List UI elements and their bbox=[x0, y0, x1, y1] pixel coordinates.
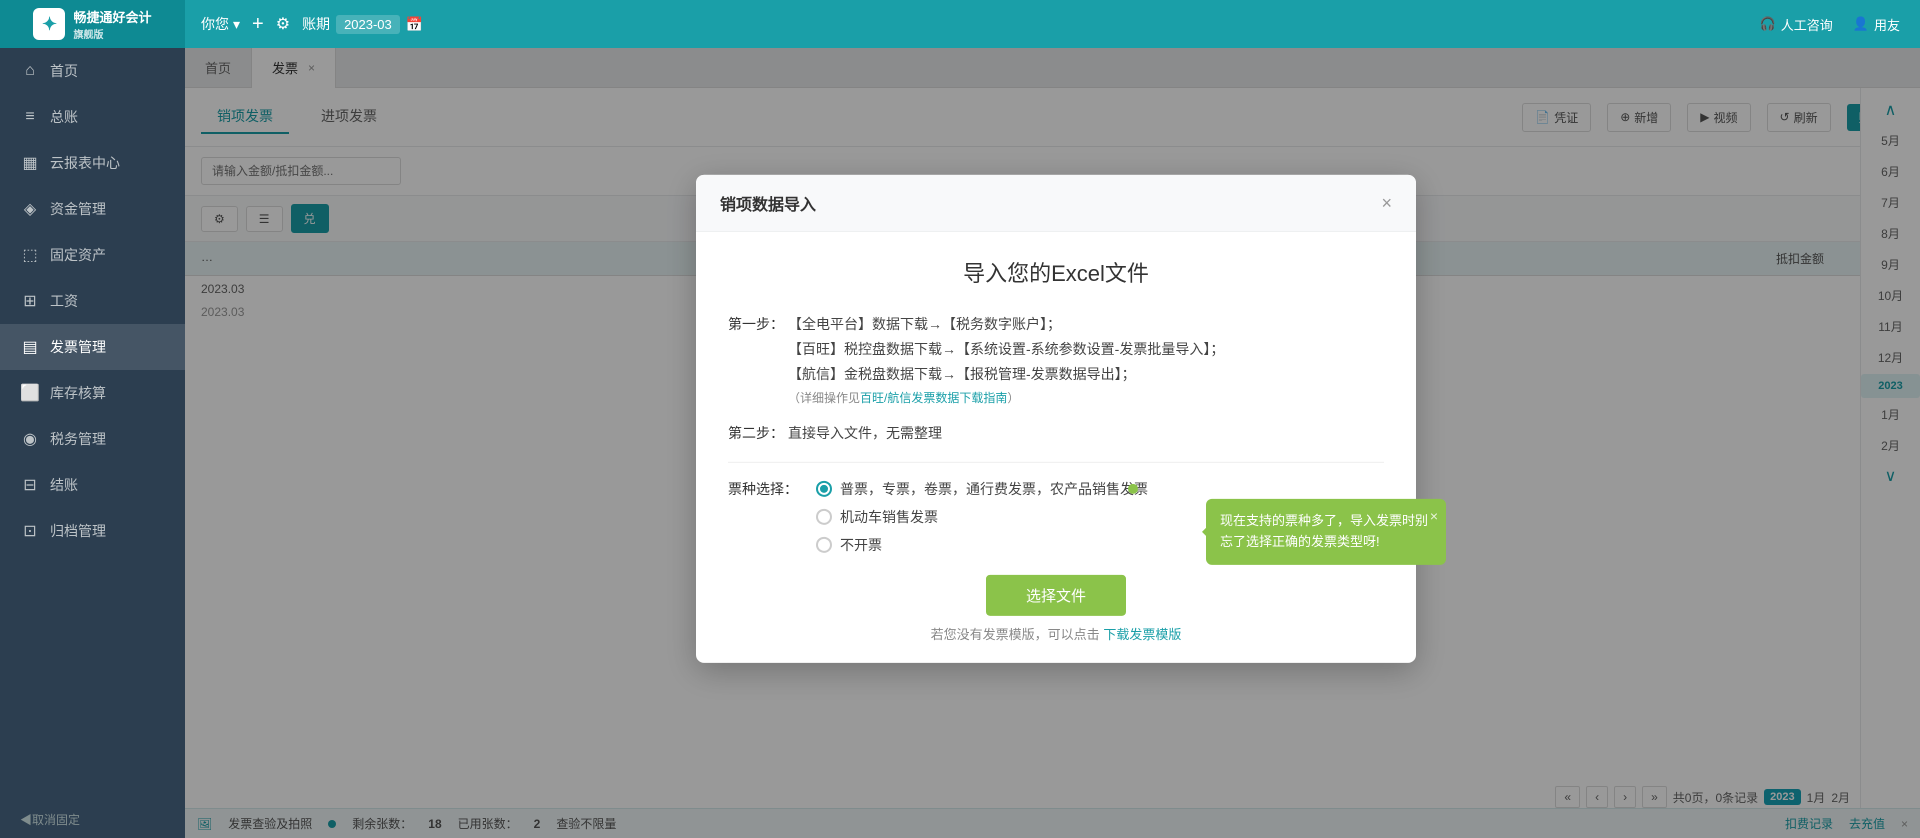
headset-icon: 🎧 bbox=[1760, 16, 1776, 32]
sidebar-pin-button[interactable]: ◀取消固定 bbox=[0, 801, 185, 838]
header-account[interactable]: 你您 ▾ bbox=[201, 14, 240, 34]
tooltip-bubble: × 现在支持的票种多了，导入发票时别忘了选择正确的发票类型呀! bbox=[1206, 499, 1446, 565]
sidebar-item-label: 库存核算 bbox=[50, 383, 165, 403]
modal-header: 销项数据导入 × bbox=[696, 175, 1416, 232]
modal-body: 导入您的Excel文件 第一步： 【全电平台】数据下载→【税务数字账户】； 【百… bbox=[696, 232, 1416, 663]
step1-line1: 【全电平台】数据下载→【税务数字账户】； bbox=[788, 312, 1384, 337]
logo-area: ✦ 畅捷通好会计 旗舰版 bbox=[0, 0, 185, 48]
invoice-icon: ▤ bbox=[20, 337, 40, 357]
step1-row: 第一步： 【全电平台】数据下载→【税务数字账户】； 【百旺】税控盘数据下载→【系… bbox=[728, 312, 1384, 409]
modal-close-button[interactable]: × bbox=[1381, 192, 1392, 213]
step1-line2: 【百旺】税控盘数据下载→【系统设置-系统参数设置-发票批量导入】； bbox=[788, 337, 1384, 362]
sidebar-item-label: 工资 bbox=[50, 291, 165, 311]
period-badge: 2023-03 bbox=[336, 15, 400, 34]
ticket-label: 票种选择： bbox=[728, 479, 800, 499]
radio-dot bbox=[820, 485, 828, 493]
radio-normal-label: 普票，专票，卷票，通行费发票，农产品销售发票 bbox=[840, 479, 1148, 499]
sidebar-item-tax[interactable]: ◉ 税务管理 bbox=[0, 416, 185, 462]
tooltip-text: 现在支持的票种多了，导入发票时别忘了选择正确的发票类型呀! bbox=[1220, 513, 1428, 549]
sidebar-item-payroll[interactable]: ⊞ 工资 bbox=[0, 278, 185, 324]
sidebar-item-reports[interactable]: ▦ 云报表中心 bbox=[0, 140, 185, 186]
ticket-section: 票种选择： 普票，专票，卷票，通行费发票，农产品销售发票 × bbox=[728, 479, 1384, 555]
step2-label: 第二步： bbox=[728, 421, 788, 446]
sidebar-item-label: 税务管理 bbox=[50, 429, 165, 449]
tooltip-dot bbox=[1128, 484, 1138, 494]
sidebar-item-invoice[interactable]: ▤ 发票管理 bbox=[0, 324, 185, 370]
step2-content: 直接导入文件，无需整理 bbox=[788, 421, 1384, 446]
select-file-button[interactable]: 选择文件 bbox=[986, 575, 1126, 616]
user-button[interactable]: 👤 用友 bbox=[1853, 15, 1900, 34]
sidebar-item-settle[interactable]: ⊟ 结账 bbox=[0, 462, 185, 508]
import-modal: 销项数据导入 × 导入您的Excel文件 第一步： 【全电平台】数据下载→【税务… bbox=[696, 175, 1416, 663]
logo-icon: ✦ bbox=[33, 8, 65, 40]
step1-content: 【全电平台】数据下载→【税务数字账户】； 【百旺】税控盘数据下载→【系统设置-系… bbox=[788, 312, 1384, 409]
radio-unchecked-circle-2 bbox=[816, 537, 832, 553]
sidebar-item-archive[interactable]: ⊡ 归档管理 bbox=[0, 508, 185, 554]
radio-none-label: 不开票 bbox=[840, 535, 882, 555]
calendar-icon: 📅 bbox=[406, 16, 423, 33]
radio-checked-circle bbox=[816, 481, 832, 497]
sidebar: ⌂ 首页 ≡ 总账 ▦ 云报表中心 ◈ 资金管理 ⬚ 固定资产 ⊞ 工资 ▤ 发… bbox=[0, 48, 185, 838]
step1-line3: 【航信】金税盘数据下载→【报税管理-发票数据导出】； bbox=[788, 362, 1384, 387]
radio-none[interactable]: 不开票 bbox=[816, 535, 1156, 555]
radio-motor-label: 机动车销售发票 bbox=[840, 507, 938, 527]
payroll-icon: ⊞ bbox=[20, 291, 40, 311]
header-add-button[interactable]: + bbox=[252, 13, 264, 36]
help-button[interactable]: 🎧 人工咨询 bbox=[1760, 15, 1833, 34]
dropdown-icon: ▾ bbox=[233, 16, 240, 33]
inventory-icon: ⬜ bbox=[20, 383, 40, 403]
step2-row: 第二步： 直接导入文件，无需整理 bbox=[728, 421, 1384, 446]
assets-icon: ⬚ bbox=[20, 245, 40, 265]
sidebar-item-funds[interactable]: ◈ 资金管理 bbox=[0, 186, 185, 232]
home-icon: ⌂ bbox=[20, 62, 40, 80]
archive-icon: ⊡ bbox=[20, 521, 40, 541]
app-name: 畅捷通好会计 旗舰版 bbox=[73, 7, 151, 41]
sidebar-item-inventory[interactable]: ⬜ 库存核算 bbox=[0, 370, 185, 416]
radio-motor[interactable]: 机动车销售发票 bbox=[816, 507, 1156, 527]
top-header: ✦ 畅捷通好会计 旗舰版 你您 ▾ + ⚙ 账期 2023-03 📅 🎧 人工咨… bbox=[0, 0, 1920, 48]
funds-icon: ◈ bbox=[20, 199, 40, 219]
header-period: 账期 2023-03 📅 bbox=[302, 14, 423, 34]
header-gear-icon[interactable]: ⚙ bbox=[276, 14, 290, 34]
sidebar-item-home[interactable]: ⌂ 首页 bbox=[0, 48, 185, 94]
sidebar-item-label: 资金管理 bbox=[50, 199, 165, 219]
sidebar-item-label: 首页 bbox=[50, 61, 165, 81]
sidebar-item-label: 结账 bbox=[50, 475, 165, 495]
download-template-link[interactable]: 下载发票模版 bbox=[1103, 627, 1181, 642]
sidebar-item-ledger[interactable]: ≡ 总账 bbox=[0, 94, 185, 140]
guide-link[interactable]: 百旺/航信发票数据下载指南 bbox=[860, 390, 1007, 404]
user-icon: 👤 bbox=[1853, 16, 1869, 32]
step1-label: 第一步： bbox=[728, 312, 788, 409]
download-hint: 若您没有发票模版，可以点击 下载发票模版 bbox=[728, 624, 1384, 643]
ticket-row: 票种选择： 普票，专票，卷票，通行费发票，农产品销售发票 × bbox=[728, 479, 1384, 555]
header-nav: 你您 ▾ + ⚙ 账期 2023-03 📅 bbox=[185, 13, 1760, 36]
divider bbox=[728, 462, 1384, 463]
reports-icon: ▦ bbox=[20, 153, 40, 173]
sidebar-item-assets[interactable]: ⬚ 固定资产 bbox=[0, 232, 185, 278]
sidebar-item-label: 云报表中心 bbox=[50, 153, 165, 173]
step1-note: （详细操作见百旺/航信发票数据下载指南） bbox=[788, 387, 1384, 409]
tooltip-close-button[interactable]: × bbox=[1430, 505, 1438, 527]
sidebar-item-label: 固定资产 bbox=[50, 245, 165, 265]
radio-normal[interactable]: 普票，专票，卷票，通行费发票，农产品销售发票 × 现在支持的票种多了，导入发票时… bbox=[816, 479, 1156, 499]
modal-main-title: 导入您的Excel文件 bbox=[728, 256, 1384, 288]
tax-icon: ◉ bbox=[20, 429, 40, 449]
radio-unchecked-circle bbox=[816, 509, 832, 525]
radio-group: 普票，专票，卷票，通行费发票，农产品销售发票 × 现在支持的票种多了，导入发票时… bbox=[808, 479, 1156, 555]
sidebar-item-label: 归档管理 bbox=[50, 521, 165, 541]
sidebar-item-label: 总账 bbox=[50, 107, 165, 127]
ledger-icon: ≡ bbox=[20, 108, 40, 126]
sidebar-item-label: 发票管理 bbox=[50, 337, 165, 357]
header-right: 🎧 人工咨询 👤 用友 bbox=[1760, 15, 1920, 34]
modal-title: 销项数据导入 bbox=[720, 191, 816, 215]
settle-icon: ⊟ bbox=[20, 475, 40, 495]
